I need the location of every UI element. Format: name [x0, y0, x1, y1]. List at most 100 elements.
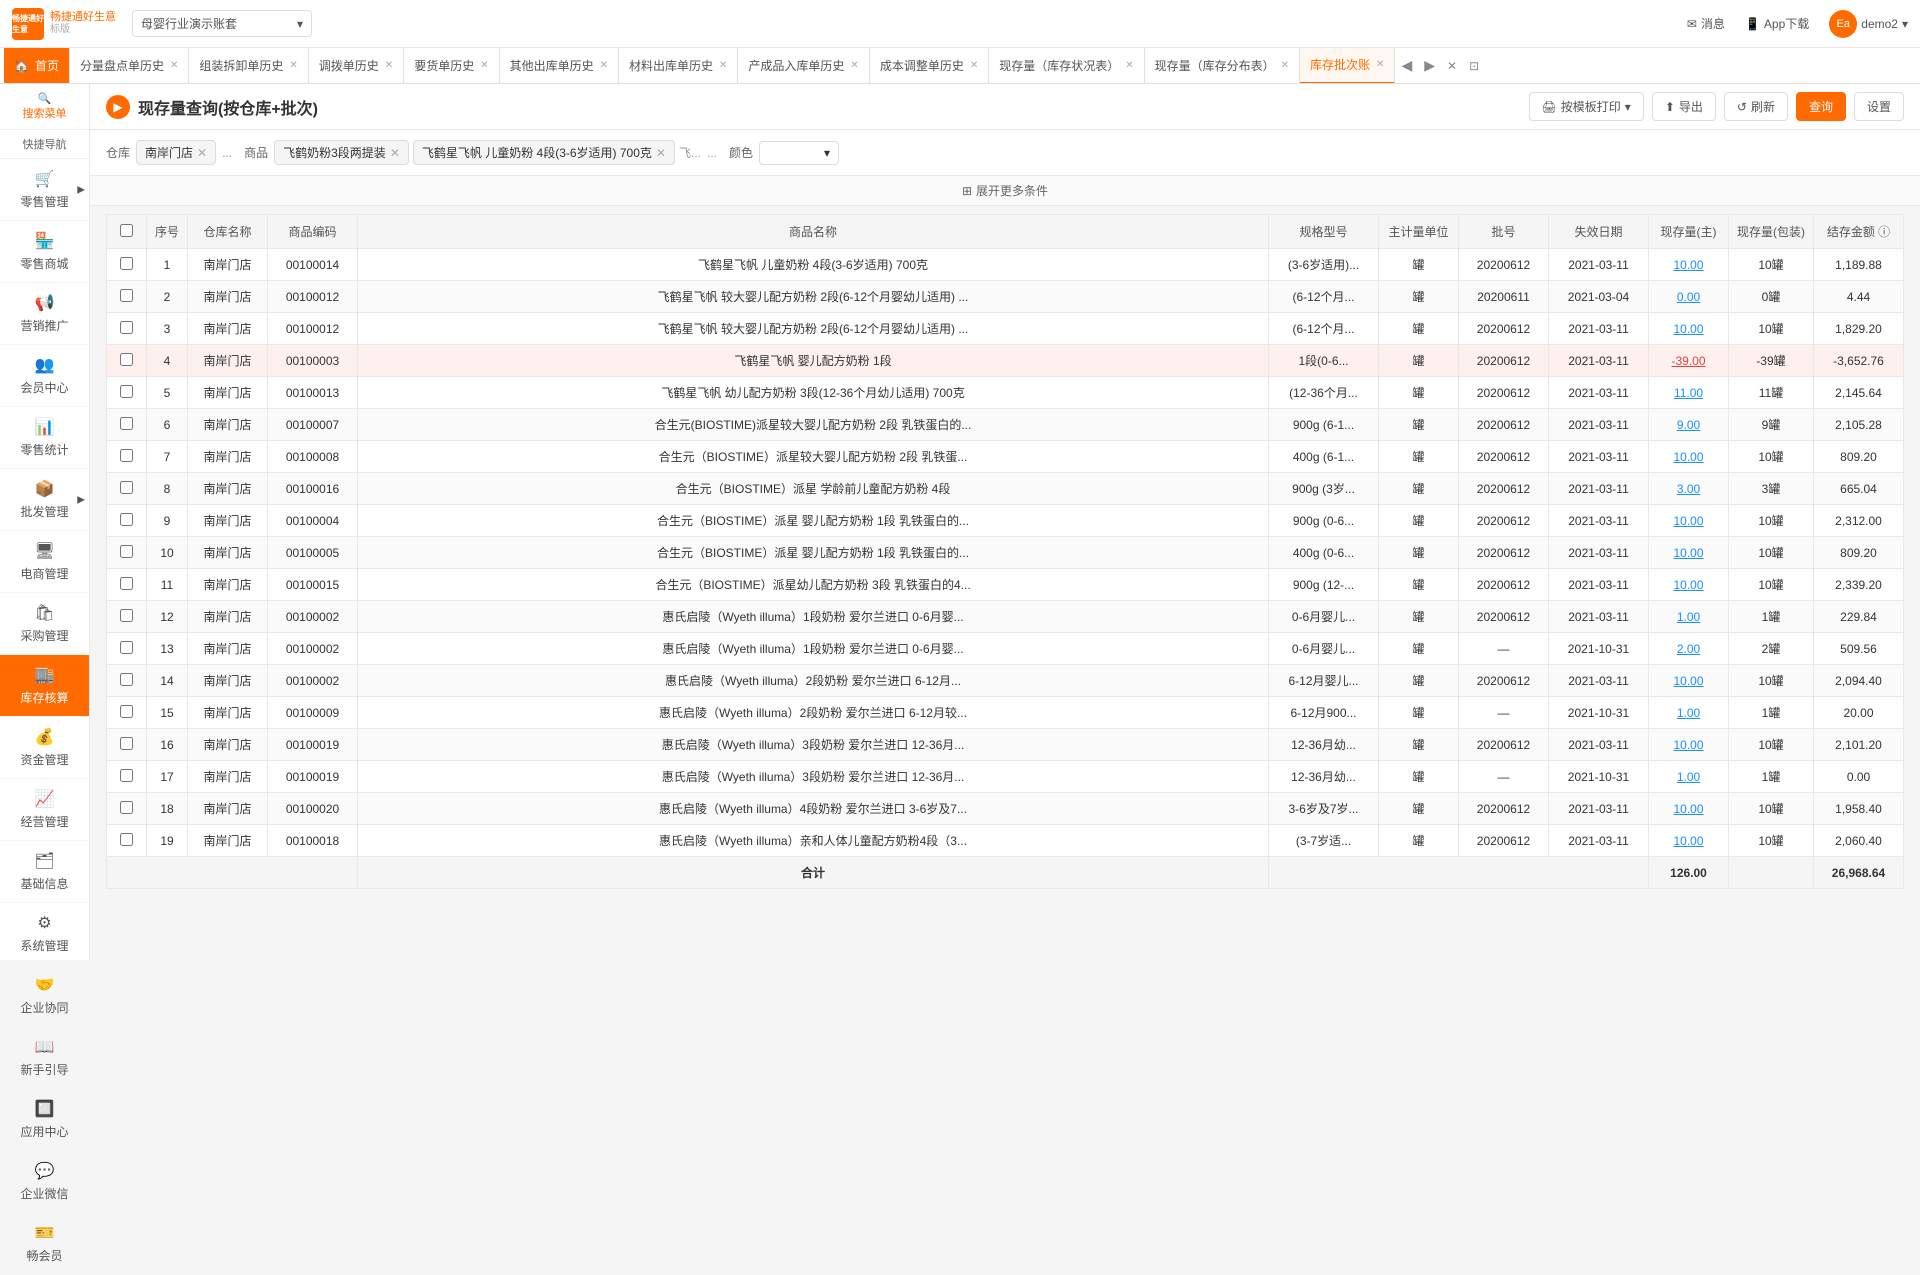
- tab-cost-adjust[interactable]: 成本调整单历史 ✕: [870, 48, 989, 84]
- stock-main-link[interactable]: 10.00: [1673, 514, 1703, 528]
- row-checkbox[interactable]: [120, 769, 133, 782]
- row-checkbox-cell[interactable]: [107, 441, 147, 473]
- stock-main-link[interactable]: 9.00: [1677, 418, 1700, 432]
- tab-prev-btn[interactable]: ◀: [1395, 57, 1418, 74]
- stock-main-link[interactable]: 11.00: [1674, 386, 1703, 400]
- row-checkbox-cell[interactable]: [107, 825, 147, 857]
- sidebar-item-member[interactable]: 👥 会员中心: [0, 345, 89, 407]
- row-stock-main[interactable]: 10.00: [1649, 249, 1729, 281]
- sidebar-item-guide[interactable]: 📖 新手引导: [0, 1027, 89, 1089]
- stock-main-link[interactable]: 10.00: [1673, 802, 1703, 816]
- row-checkbox[interactable]: [120, 449, 133, 462]
- refresh-btn[interactable]: ↺ 刷新: [1724, 92, 1788, 121]
- row-checkbox-cell[interactable]: [107, 729, 147, 761]
- stock-main-link[interactable]: 10.00: [1673, 834, 1703, 848]
- sidebar-item-stat[interactable]: 📊 零售统计: [0, 407, 89, 469]
- user-menu[interactable]: Ea demo2 ▾: [1829, 10, 1908, 38]
- row-stock-main[interactable]: 0.00: [1649, 281, 1729, 313]
- row-stock-main[interactable]: 10.00: [1649, 313, 1729, 345]
- row-stock-main[interactable]: 3.00: [1649, 473, 1729, 505]
- close-icon[interactable]: ✕: [1376, 59, 1384, 70]
- expand-sidebar-btn[interactable]: ▶: [106, 95, 130, 119]
- tab-stock-dist[interactable]: 现存量（库存分布表） ✕: [1145, 48, 1300, 84]
- close-icon[interactable]: ✕: [656, 146, 666, 160]
- tab-close-all-btn[interactable]: ✕: [1441, 59, 1463, 73]
- row-checkbox[interactable]: [120, 257, 133, 270]
- stock-main-link[interactable]: 3.00: [1677, 482, 1700, 496]
- row-checkbox-cell[interactable]: [107, 473, 147, 505]
- tab-requisition[interactable]: 要货单历史 ✕: [404, 48, 499, 84]
- row-checkbox-cell[interactable]: [107, 313, 147, 345]
- sidebar-item-coop[interactable]: 🤝 企业协同: [0, 965, 89, 1027]
- row-stock-main[interactable]: 11.00: [1649, 377, 1729, 409]
- close-icon[interactable]: ✕: [480, 60, 488, 71]
- tab-product-in[interactable]: 产成品入库单历史 ✕: [738, 48, 869, 84]
- row-stock-main[interactable]: -39.00: [1649, 345, 1729, 377]
- stock-main-link[interactable]: 1.00: [1677, 770, 1700, 784]
- warehouse-more[interactable]: ...: [222, 146, 232, 160]
- tenant-selector[interactable]: 母婴行业演示账套 ▾: [132, 10, 312, 37]
- row-stock-main[interactable]: 10.00: [1649, 441, 1729, 473]
- stock-main-link[interactable]: 10.00: [1673, 258, 1703, 272]
- tab-split[interactable]: 分量盘点单历史 ✕: [70, 48, 189, 84]
- row-checkbox[interactable]: [120, 321, 133, 334]
- row-checkbox[interactable]: [120, 513, 133, 526]
- sidebar-item-wechat[interactable]: 💬 企业微信: [0, 1151, 89, 1213]
- sidebar-item-apps[interactable]: 🔲 应用中心: [0, 1089, 89, 1151]
- stock-main-link[interactable]: 10.00: [1673, 322, 1703, 336]
- tab-next-btn[interactable]: ▶: [1418, 57, 1441, 74]
- row-stock-main[interactable]: 1.00: [1649, 601, 1729, 633]
- row-checkbox-cell[interactable]: [107, 537, 147, 569]
- sidebar-item-biz[interactable]: 📈 经营管理: [0, 779, 89, 841]
- row-checkbox-cell[interactable]: [107, 377, 147, 409]
- product-tag-1[interactable]: 飞鹤奶粉3段两提装 ✕: [274, 140, 409, 165]
- close-icon[interactable]: ✕: [170, 60, 178, 71]
- sidebar-item-system[interactable]: ⚙ 系统管理: [0, 903, 89, 965]
- print-btn[interactable]: 🖨 按模板打印 ▾: [1529, 92, 1644, 121]
- stock-main-link[interactable]: 10.00: [1673, 450, 1703, 464]
- tab-maximize-btn[interactable]: ⊡: [1463, 59, 1485, 73]
- sidebar-item-stock[interactable]: 🏬 库存核算: [0, 655, 89, 717]
- close-icon[interactable]: ✕: [850, 60, 858, 71]
- row-checkbox[interactable]: [120, 673, 133, 686]
- sidebar-search[interactable]: 🔍 搜索菜单: [0, 84, 89, 130]
- row-checkbox[interactable]: [120, 801, 133, 814]
- sidebar-item-ecom[interactable]: 🖥 电商管理: [0, 531, 89, 593]
- row-checkbox[interactable]: [120, 577, 133, 590]
- close-icon[interactable]: ✕: [390, 146, 400, 160]
- row-checkbox-cell[interactable]: [107, 281, 147, 313]
- row-stock-main[interactable]: 9.00: [1649, 409, 1729, 441]
- tab-disassemble[interactable]: 组装拆卸单历史 ✕: [189, 48, 308, 84]
- product-extra-more[interactable]: ...: [707, 146, 717, 160]
- close-icon[interactable]: ✕: [289, 60, 297, 71]
- export-btn[interactable]: ⬆ 导出: [1652, 92, 1716, 121]
- row-checkbox[interactable]: [120, 609, 133, 622]
- sidebar-item-purchase[interactable]: 🛍 采购管理: [0, 593, 89, 655]
- close-icon[interactable]: ✕: [1125, 60, 1133, 71]
- row-checkbox-cell[interactable]: [107, 409, 147, 441]
- row-checkbox-cell[interactable]: [107, 761, 147, 793]
- row-stock-main[interactable]: 1.00: [1649, 697, 1729, 729]
- sidebar-item-marketing[interactable]: 📢 营销推广: [0, 283, 89, 345]
- tab-material-out[interactable]: 材料出库单历史 ✕: [619, 48, 738, 84]
- row-checkbox[interactable]: [120, 737, 133, 750]
- row-checkbox[interactable]: [120, 353, 133, 366]
- row-checkbox[interactable]: [120, 641, 133, 654]
- row-checkbox[interactable]: [120, 705, 133, 718]
- stock-main-link[interactable]: 1.00: [1677, 610, 1700, 624]
- sidebar-item-member2[interactable]: 🎫 畅会员: [0, 1213, 89, 1275]
- stock-main-link[interactable]: 10.00: [1673, 578, 1703, 592]
- row-checkbox-cell[interactable]: [107, 249, 147, 281]
- row-checkbox-cell[interactable]: [107, 505, 147, 537]
- sidebar-item-shop[interactable]: 🏪 零售商城: [0, 221, 89, 283]
- row-stock-main[interactable]: 10.00: [1649, 569, 1729, 601]
- tab-stock-status[interactable]: 现存量（库存状况表） ✕: [989, 48, 1144, 84]
- stock-main-link[interactable]: -39.00: [1671, 354, 1705, 368]
- sidebar-item-base[interactable]: 🗂 基础信息: [0, 841, 89, 903]
- sidebar-quick-nav[interactable]: 快捷导航: [0, 130, 89, 159]
- row-checkbox[interactable]: [120, 289, 133, 302]
- close-icon[interactable]: ✕: [600, 60, 608, 71]
- stock-main-link[interactable]: 10.00: [1673, 546, 1703, 560]
- tab-transfer[interactable]: 调拨单历史 ✕: [309, 48, 404, 84]
- row-checkbox-cell[interactable]: [107, 793, 147, 825]
